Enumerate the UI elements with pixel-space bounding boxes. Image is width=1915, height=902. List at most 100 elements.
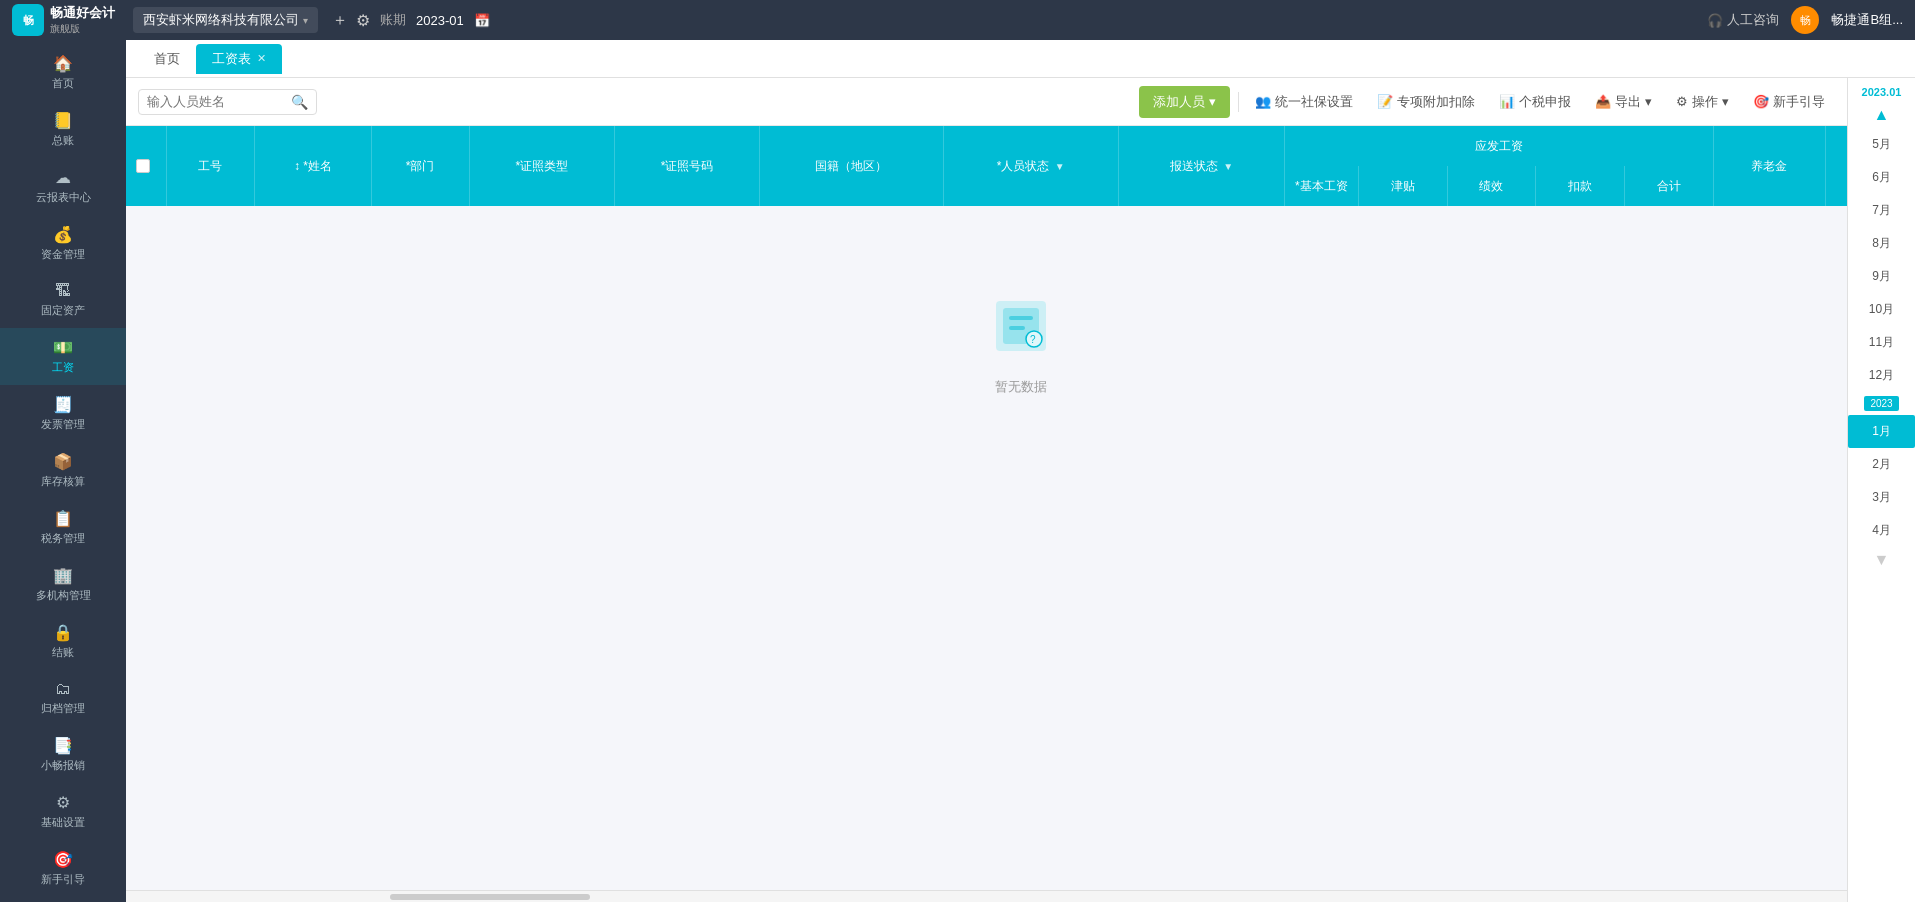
status-filter-icon[interactable]: ▼ — [1055, 161, 1065, 172]
expense-icon: 📑 — [53, 736, 73, 755]
month-item-5[interactable]: 5月 — [1848, 128, 1915, 161]
month-item-4[interactable]: 4月 — [1848, 514, 1915, 547]
social-icon: 👥 — [1255, 94, 1271, 109]
sidebar-item-fund[interactable]: 💰 资金管理 — [0, 215, 126, 272]
deduct-settings-button[interactable]: 📝 专项附加扣除 — [1369, 89, 1483, 115]
tab-salary[interactable]: 工资表 ✕ — [196, 44, 282, 74]
sidebar-item-cloud[interactable]: ☁ 云报表中心 — [0, 158, 126, 215]
empty-icon: ? — [981, 286, 1061, 366]
top-bar: 畅 畅通好会计 旗舰版 西安虾米网络科技有限公司 ▾ ＋ ⚙ 账期 2023-0… — [0, 0, 1915, 40]
select-all-checkbox[interactable] — [136, 159, 150, 173]
sidebar-item-close[interactable]: 🔒 结账 — [0, 613, 126, 670]
logo-text: 畅通好会计 — [50, 4, 115, 22]
sidebar-item-settings[interactable]: ⚙ 基础设置 — [0, 783, 126, 840]
empty-text: 暂无数据 — [995, 378, 1047, 396]
export-icon: 📤 — [1595, 94, 1611, 109]
deduct-icon: 📝 — [1377, 94, 1393, 109]
newbie-guide-button[interactable]: 🎯 新手引导 — [1745, 89, 1833, 115]
sidebar-item-member[interactable]: 👑 畅会员 — [0, 897, 126, 902]
month-item-9[interactable]: 9月 — [1848, 260, 1915, 293]
logo-sub: 旗舰版 — [50, 22, 115, 36]
tax-icon: 📋 — [53, 509, 73, 528]
sidebar-item-salary[interactable]: 💵 工资 — [0, 328, 126, 385]
th-idtype: *证照类型 — [469, 126, 614, 206]
th-country: 国籍（地区） — [760, 126, 943, 206]
social-settings-button[interactable]: 👥 统一社保设置 — [1247, 89, 1361, 115]
month-picker-panel: 2023.01 ▲ 5月 6月 7月 8月 9月 10月 11月 12月 202… — [1847, 78, 1915, 902]
salary-table: 工号 ↕ *姓名 *部门 *证照类型 *证照号码 国籍（地区） — [126, 126, 1915, 206]
divider — [1238, 92, 1239, 112]
search-input[interactable] — [147, 94, 287, 109]
main-content: 🔍 添加人员 ▾ 👥 统一社保设置 📝 — [126, 78, 1915, 902]
th-report: 报送状态 ▼ — [1118, 126, 1284, 206]
operate-button[interactable]: ⚙ 操作 ▾ — [1668, 89, 1737, 115]
month-item-7[interactable]: 7月 — [1848, 194, 1915, 227]
search-box: 🔍 — [138, 89, 317, 115]
service-button[interactable]: 🎧 人工咨询 — [1707, 11, 1779, 29]
month-item-8[interactable]: 8月 — [1848, 227, 1915, 260]
dropdown-arrow-icon: ▾ — [1209, 94, 1216, 109]
assets-icon: 🏗 — [55, 282, 71, 300]
company-selector[interactable]: 西安虾米网络科技有限公司 ▾ — [133, 7, 318, 33]
sidebar-item-tax[interactable]: 📋 税务管理 — [0, 499, 126, 556]
th-performance: 绩效 — [1447, 166, 1536, 206]
table-container: 工号 ↕ *姓名 *部门 *证照类型 *证照号码 国籍（地区） — [126, 126, 1915, 890]
month-next-icon[interactable]: ▼ — [1870, 547, 1894, 573]
th-id: 工号 — [166, 126, 255, 206]
th-allowance: 津贴 — [1358, 166, 1447, 206]
settings-sidebar-icon: ⚙ — [56, 793, 70, 812]
tab-home[interactable]: 首页 — [138, 44, 196, 74]
add-company-button[interactable]: ＋ — [332, 10, 348, 31]
invoice-icon: 🧾 — [53, 395, 73, 414]
fund-icon: 💰 — [53, 225, 73, 244]
sidebar-item-archive[interactable]: 🗂 归档管理 — [0, 670, 126, 726]
tax-report-button[interactable]: 📊 个税申报 — [1491, 89, 1579, 115]
inventory-icon: 📦 — [53, 452, 73, 471]
report-filter-icon[interactable]: ▼ — [1223, 161, 1233, 172]
month-item-10[interactable]: 10月 — [1848, 293, 1915, 326]
th-deduct: 扣款 — [1536, 166, 1625, 206]
month-item-2[interactable]: 2月 — [1848, 448, 1915, 481]
salary-icon: 💵 — [53, 338, 73, 357]
sidebar-item-assets[interactable]: 🏗 固定资产 — [0, 272, 126, 328]
settings-button[interactable]: ⚙ — [356, 11, 370, 30]
th-pension: 养老金 — [1713, 126, 1825, 206]
month-item-3[interactable]: 3月 — [1848, 481, 1915, 514]
period-label: 账期 — [380, 11, 406, 29]
period-display: 2023.01 — [1862, 82, 1902, 102]
month-item-6[interactable]: 6月 — [1848, 161, 1915, 194]
sidebar-item-guide[interactable]: 🎯 新手引导 — [0, 840, 126, 897]
tab-bar: 首页 工资表 ✕ — [126, 40, 1915, 78]
guide-icon: 🎯 — [53, 850, 73, 869]
cloud-icon: ☁ — [55, 168, 71, 187]
sidebar-item-ledger[interactable]: 📒 总账 — [0, 101, 126, 158]
home-icon: 🏠 — [53, 54, 73, 73]
month-item-12[interactable]: 12月 — [1848, 359, 1915, 392]
sidebar-item-multi[interactable]: 🏢 多机构管理 — [0, 556, 126, 613]
company-name: 西安虾米网络科技有限公司 — [143, 11, 299, 29]
sidebar-item-invoice[interactable]: 🧾 发票管理 — [0, 385, 126, 442]
month-item-1[interactable]: 1月 — [1848, 415, 1915, 448]
close-period-icon: 🔒 — [53, 623, 73, 642]
add-person-button[interactable]: 添加人员 ▾ — [1139, 86, 1230, 118]
th-checkbox — [126, 126, 166, 206]
export-arrow-icon: ▾ — [1645, 94, 1652, 109]
scrollbar-thumb[interactable] — [390, 894, 590, 900]
sidebar-item-home[interactable]: 🏠 首页 — [0, 44, 126, 101]
calendar-icon[interactable]: 📅 — [474, 13, 490, 28]
th-salary-group: 应发工资 — [1285, 126, 1714, 166]
guide-toolbar-icon: 🎯 — [1753, 94, 1769, 109]
export-button[interactable]: 📤 导出 ▾ — [1587, 89, 1660, 115]
content-area: 首页 工资表 ✕ 🔍 添加人员 — [126, 40, 1915, 902]
tab-close-icon[interactable]: ✕ — [257, 52, 266, 65]
month-item-11[interactable]: 11月 — [1848, 326, 1915, 359]
month-prev-icon[interactable]: ▲ — [1870, 102, 1894, 128]
chevron-down-icon: ▾ — [303, 15, 308, 26]
archive-icon: 🗂 — [55, 680, 71, 698]
ledger-icon: 📒 — [53, 111, 73, 130]
top-actions: ＋ ⚙ — [332, 10, 370, 31]
content-wrapper: 🔍 添加人员 ▾ 👥 统一社保设置 📝 — [126, 78, 1915, 902]
user-name: 畅捷通B组... — [1831, 11, 1903, 29]
sidebar-item-inventory[interactable]: 📦 库存核算 — [0, 442, 126, 499]
sidebar-item-expense[interactable]: 📑 小畅报销 — [0, 726, 126, 783]
